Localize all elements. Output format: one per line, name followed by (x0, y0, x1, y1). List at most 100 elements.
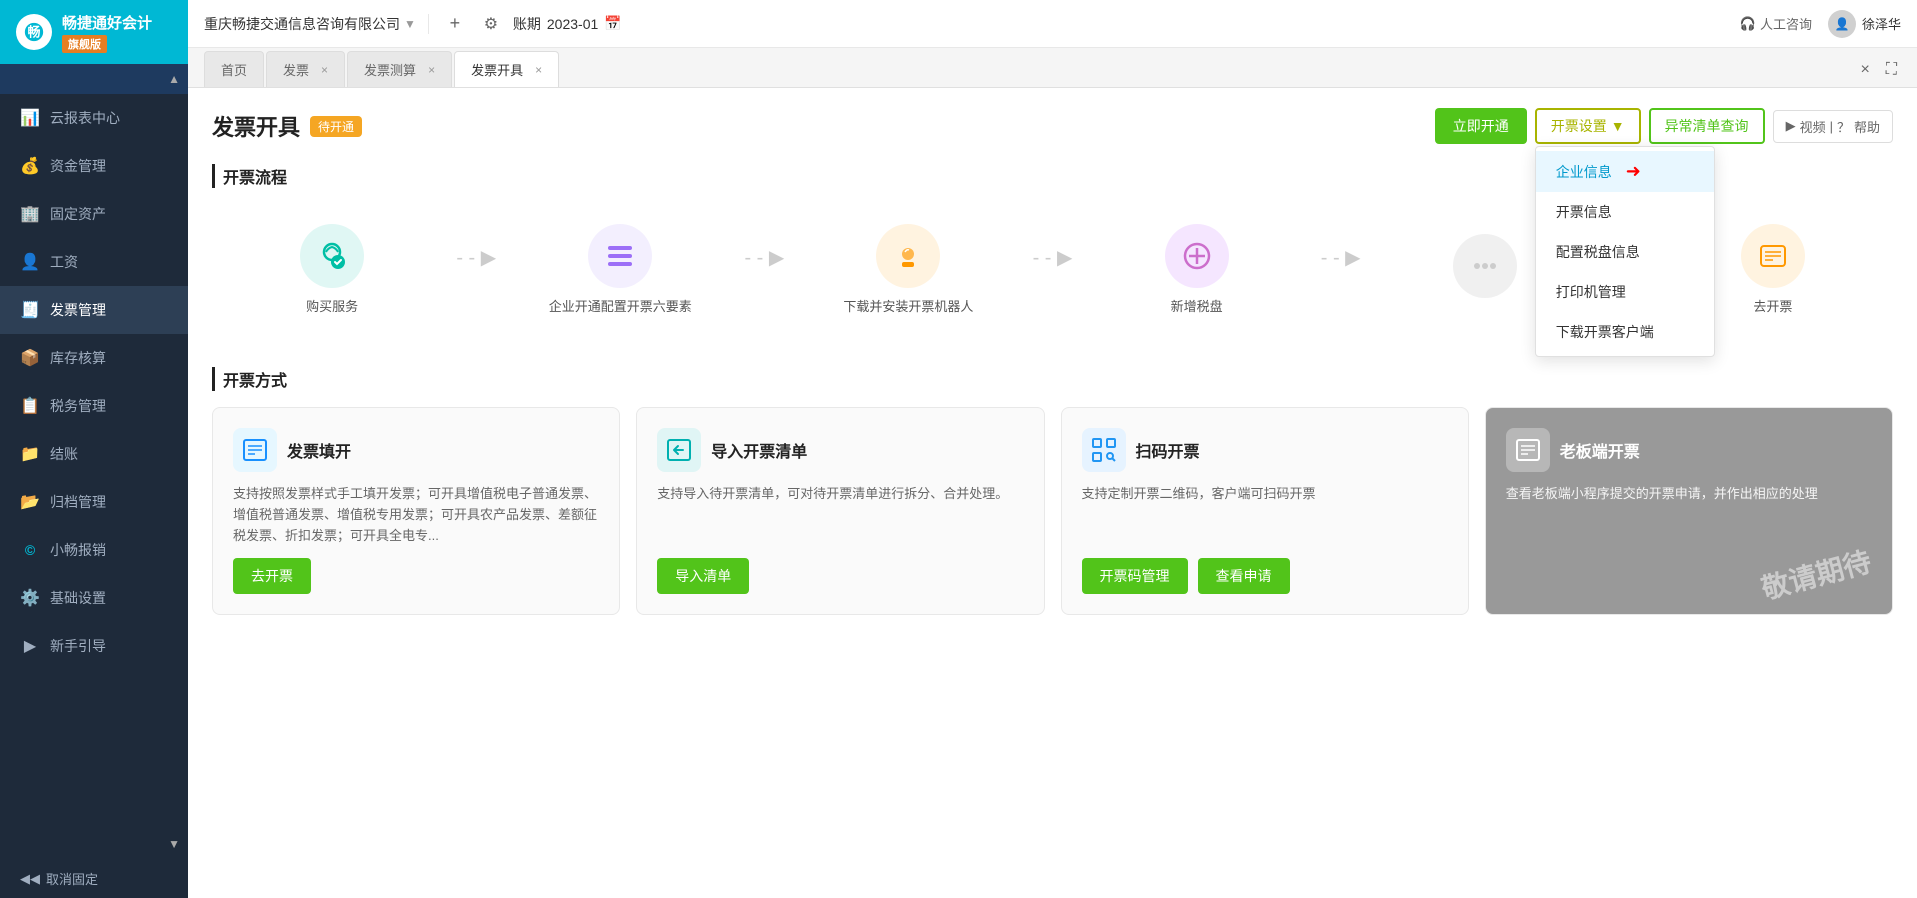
header-settings-button[interactable]: ⚙ (477, 10, 505, 38)
flow-step-icon-taxdisk (1165, 224, 1229, 288)
activate-button[interactable]: 立即开通 (1435, 108, 1527, 144)
sidebar-item-new-guide[interactable]: ▶ 新手引导 (0, 622, 188, 670)
logo-text-container: 畅捷通好会计 旗舰版 (62, 12, 152, 53)
import-list-desc: 支持导入待开票清单，可对待开票清单进行拆分、合并处理。 (657, 484, 1023, 505)
sidebar-item-tax-mgmt[interactable]: 📋 税务管理 (0, 382, 188, 430)
header-right: 🎧 人工咨询 👤 徐泽华 (1740, 10, 1901, 38)
sidebar-item-basic-settings[interactable]: ⚙️ 基础设置 (0, 574, 188, 622)
sidebar-scroll-down[interactable]: ▼ (0, 829, 188, 859)
flow-arrow-4: - - ▶ (1321, 245, 1361, 294)
fixed-assets-icon: 🏢 (20, 204, 40, 224)
sidebar-item-archive[interactable]: 📂 归档管理 (0, 478, 188, 526)
sidebar-unpin-btn[interactable]: ◀◀ 取消固定 (0, 859, 188, 898)
fill-invoice-desc: 支持按照发票样式手工填开发票；可开具增值税电子普通发票、增值税普通发票、增值税专… (233, 484, 599, 546)
red-arrow-indicator: ➜ (1626, 161, 1641, 182)
sidebar-item-salary[interactable]: 👤 工资 (0, 238, 188, 286)
flow-step-buy: 购买服务 (212, 224, 452, 315)
period-value: 2023-01 (547, 16, 598, 32)
settings-button[interactable]: 开票设置 ▼ (1535, 108, 1641, 144)
import-list-btn[interactable]: 导入清单 (657, 558, 749, 594)
flow-arrow-2: - - ▶ (744, 245, 784, 294)
sidebar-item-fund-mgmt[interactable]: 💰 资金管理 (0, 142, 188, 190)
sidebar-item-fixed-assets[interactable]: 🏢 固定资产 (0, 190, 188, 238)
sidebar-scroll-up[interactable]: ▲ (0, 64, 188, 94)
flow-step-icon-download (876, 224, 940, 288)
method-card-boss-invoice: 老板端开票 查看老板端小程序提交的开票申请，并作出相应的处理 敬请期待 (1485, 407, 1893, 615)
scan-invoice-icon (1082, 428, 1126, 472)
dropdown-item-printer-mgmt[interactable]: 打印机管理 (1536, 272, 1714, 312)
sidebar-item-label: 小畅报销 (50, 540, 106, 560)
header-add-button[interactable]: + (441, 10, 469, 38)
tab-invoice-open-label: 发票开具 (471, 60, 523, 79)
tab-maximize-button[interactable]: ⛶ (1882, 57, 1901, 83)
boss-invoice-title: 老板端开票 (1560, 438, 1640, 462)
sidebar-item-label: 发票管理 (50, 300, 106, 320)
sidebar-item-invoice-mgmt[interactable]: 🧾 发票管理 (0, 286, 188, 334)
dropdown-item-tax-config[interactable]: 配置税盘信息 (1536, 232, 1714, 272)
calendar-icon[interactable]: 📅 (604, 15, 621, 32)
flow-step-icon-configure (588, 224, 652, 288)
tab-home[interactable]: 首页 (204, 51, 264, 87)
flow-step-taxdisk: 新增税盘 (1076, 224, 1316, 315)
sidebar-item-settlement[interactable]: 📁 结账 (0, 430, 188, 478)
question-icon: ？ (1837, 117, 1850, 136)
page-content: 发票开具 待开通 立即开通 开票设置 ▼ 企业信息 (188, 88, 1917, 898)
qrcode-mgmt-btn[interactable]: 开票码管理 (1082, 558, 1188, 594)
import-list-title: 导入开票清单 (711, 438, 807, 462)
flow-step-label-configure: 企业开通配置开票六要素 (549, 296, 692, 315)
methods-section-title: 开票方式 (212, 367, 1893, 391)
consult-label: 人工咨询 (1760, 14, 1812, 33)
boss-invoice-icon (1506, 428, 1550, 472)
boss-invoice-desc: 查看老板端小程序提交的开票申请，并作出相应的处理 (1506, 484, 1872, 505)
header-company[interactable]: 重庆畅捷交通信息咨询有限公司 ▼ (204, 14, 416, 34)
fill-invoice-btn[interactable]: 去开票 (233, 558, 311, 594)
sidebar-item-inventory[interactable]: 📦 库存核算 (0, 334, 188, 382)
fund-mgmt-icon: 💰 (20, 156, 40, 176)
flow-step-icon-placeholder (1453, 234, 1517, 298)
sidebar-item-label: 库存核算 (50, 348, 106, 368)
salary-icon: 👤 (20, 252, 40, 272)
settings-label: 开票设置 (1551, 116, 1607, 136)
sidebar-item-cloud-report[interactable]: 📊 云报表中心 (0, 94, 188, 142)
fill-invoice-title: 发票填开 (287, 438, 351, 462)
method-card-import-list: 导入开票清单 支持导入待开票清单，可对待开票清单进行拆分、合并处理。 导入清单 (636, 407, 1044, 615)
header-user[interactable]: 👤 徐泽华 (1828, 10, 1901, 38)
tab-invoice-open-close[interactable]: × (535, 63, 542, 77)
inventory-icon: 📦 (20, 348, 40, 368)
method-card-boss-invoice-header: 老板端开票 (1506, 428, 1872, 472)
logo-icon: 畅 (16, 14, 52, 50)
unpin-label: 取消固定 (46, 869, 98, 888)
scan-invoice-desc: 支持定制开票二维码，客户端可扫码开票 (1082, 484, 1448, 505)
video-help-btn[interactable]: ▶ 视频 | ？ 帮助 (1773, 110, 1893, 143)
tab-invoice-close[interactable]: × (321, 63, 328, 77)
sidebar-item-report-sales[interactable]: © 小畅报销 (0, 526, 188, 574)
tab-invoice-calc[interactable]: 发票测算 × (347, 51, 452, 87)
logo-sub-badge: 旗舰版 (62, 35, 107, 53)
report-sales-icon: © (20, 540, 40, 560)
period-label: 账期 (513, 14, 541, 34)
settlement-icon: 📁 (20, 444, 40, 464)
svg-text:畅: 畅 (28, 25, 41, 40)
dropdown-item-company-info[interactable]: 企业信息 ➜ (1536, 151, 1714, 192)
tab-invoice-calc-close[interactable]: × (428, 63, 435, 77)
scan-invoice-title: 扫码开票 (1136, 438, 1200, 462)
dropdown-item-invoice-info[interactable]: 开票信息 (1536, 192, 1714, 232)
unpin-icon: ◀◀ (20, 871, 40, 887)
avatar: 👤 (1828, 10, 1856, 38)
view-apply-btn[interactable]: 查看申请 (1198, 558, 1290, 594)
tab-close-all-button[interactable]: × (1856, 57, 1873, 83)
tab-invoice[interactable]: 发票 × (266, 51, 345, 87)
basic-settings-icon: ⚙️ (20, 588, 40, 608)
flow-arrow-1: - - ▶ (456, 245, 496, 294)
flow-step-label-go-invoice: 去开票 (1753, 296, 1792, 315)
company-info-label: 企业信息 (1556, 162, 1612, 182)
fill-invoice-icon (233, 428, 277, 472)
tab-invoice-label: 发票 (283, 60, 309, 79)
user-name: 徐泽华 (1862, 14, 1901, 33)
page-title-row: 发票开具 待开通 立即开通 开票设置 ▼ 企业信息 (212, 108, 1893, 144)
header-consult-btn[interactable]: 🎧 人工咨询 (1740, 14, 1812, 33)
download-client-label: 下载开票客户端 (1556, 322, 1654, 342)
abnormal-list-button[interactable]: 异常清单查询 (1649, 108, 1765, 144)
dropdown-item-download-client[interactable]: 下载开票客户端 (1536, 312, 1714, 352)
tab-invoice-open[interactable]: 发票开具 × (454, 51, 559, 87)
